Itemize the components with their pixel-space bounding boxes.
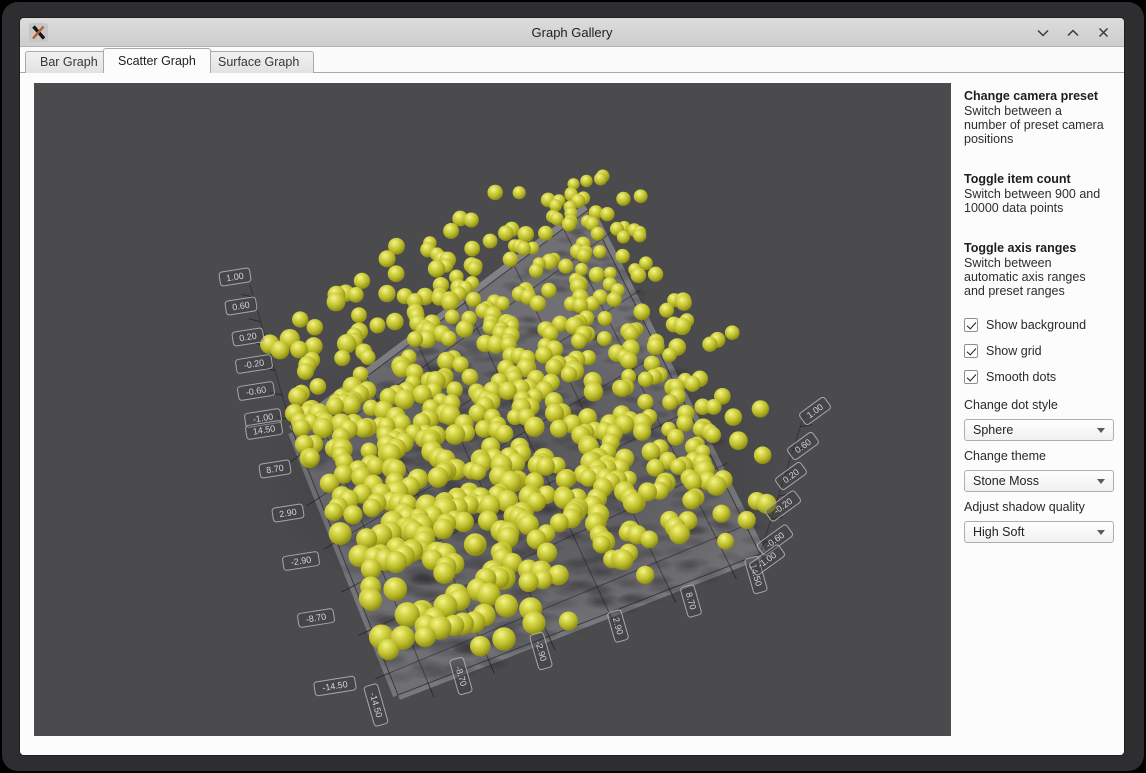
tab-page: 1.00 0.60 0.20 -0.20 -0.60 -1.00 14.50 8.70 2.90… [20,73,1124,755]
smooth-dots-checkbox[interactable] [964,370,978,384]
show-grid-checkbox[interactable] [964,344,978,358]
chevron-down-icon [1097,478,1105,484]
theme-dropdown[interactable]: Stone Moss [964,470,1114,492]
toggle-axis-ranges-button[interactable]: Toggle axis ranges Switch between automa… [964,241,1124,298]
tab-surface-graph[interactable]: Surface Graph [203,51,315,73]
window-title: Graph Gallery [531,25,613,40]
dot-style-label: Change dot style [964,398,1058,412]
shadow-quality-label: Adjust shadow quality [964,500,1085,514]
tab-scatter-graph[interactable]: Scatter Graph [103,48,211,73]
show-background-row: Show background [964,312,1124,338]
tab-bar-graph[interactable]: Bar Graph [25,51,113,73]
theme-label: Change theme [964,449,1047,463]
scatter-3d-view[interactable]: 1.00 0.60 0.20 -0.20 -0.60 -1.00 14.50 8.70 2.90… [34,83,951,736]
chevron-down-icon [1097,529,1105,535]
dot-style-group: Change dot style Sphere [964,398,1124,441]
smooth-dots-row: Smooth dots [964,364,1124,390]
chevron-down-icon [1097,427,1105,433]
show-background-checkbox[interactable] [964,318,978,332]
scatter-plot-svg[interactable]: 1.000.600.20-0.20-0.60-1.0014.508.702.90… [34,83,951,736]
tab-bar: Bar Graph Scatter Graph Surface Graph [20,48,1124,73]
show-grid-row: Show grid [964,338,1124,364]
app-window: Graph Gallery Bar Graph Scatter Graph Su… [20,18,1124,755]
close-button[interactable] [1096,26,1110,40]
shadow-quality-group: Adjust shadow quality High Soft [964,500,1124,543]
sidebar: Change camera preset Switch between a nu… [964,83,1124,755]
minimize-button[interactable] [1036,26,1050,40]
dot-style-dropdown[interactable]: Sphere [964,419,1114,441]
shadow-quality-dropdown[interactable]: High Soft [964,521,1114,543]
theme-group: Change theme Stone Moss [964,449,1124,492]
title-bar[interactable]: Graph Gallery [20,18,1124,47]
change-camera-preset-button[interactable]: Change camera preset Switch between a nu… [964,89,1124,146]
maximize-button[interactable] [1066,26,1080,40]
toggle-item-count-button[interactable]: Toggle item count Switch between 900 and… [964,172,1124,215]
